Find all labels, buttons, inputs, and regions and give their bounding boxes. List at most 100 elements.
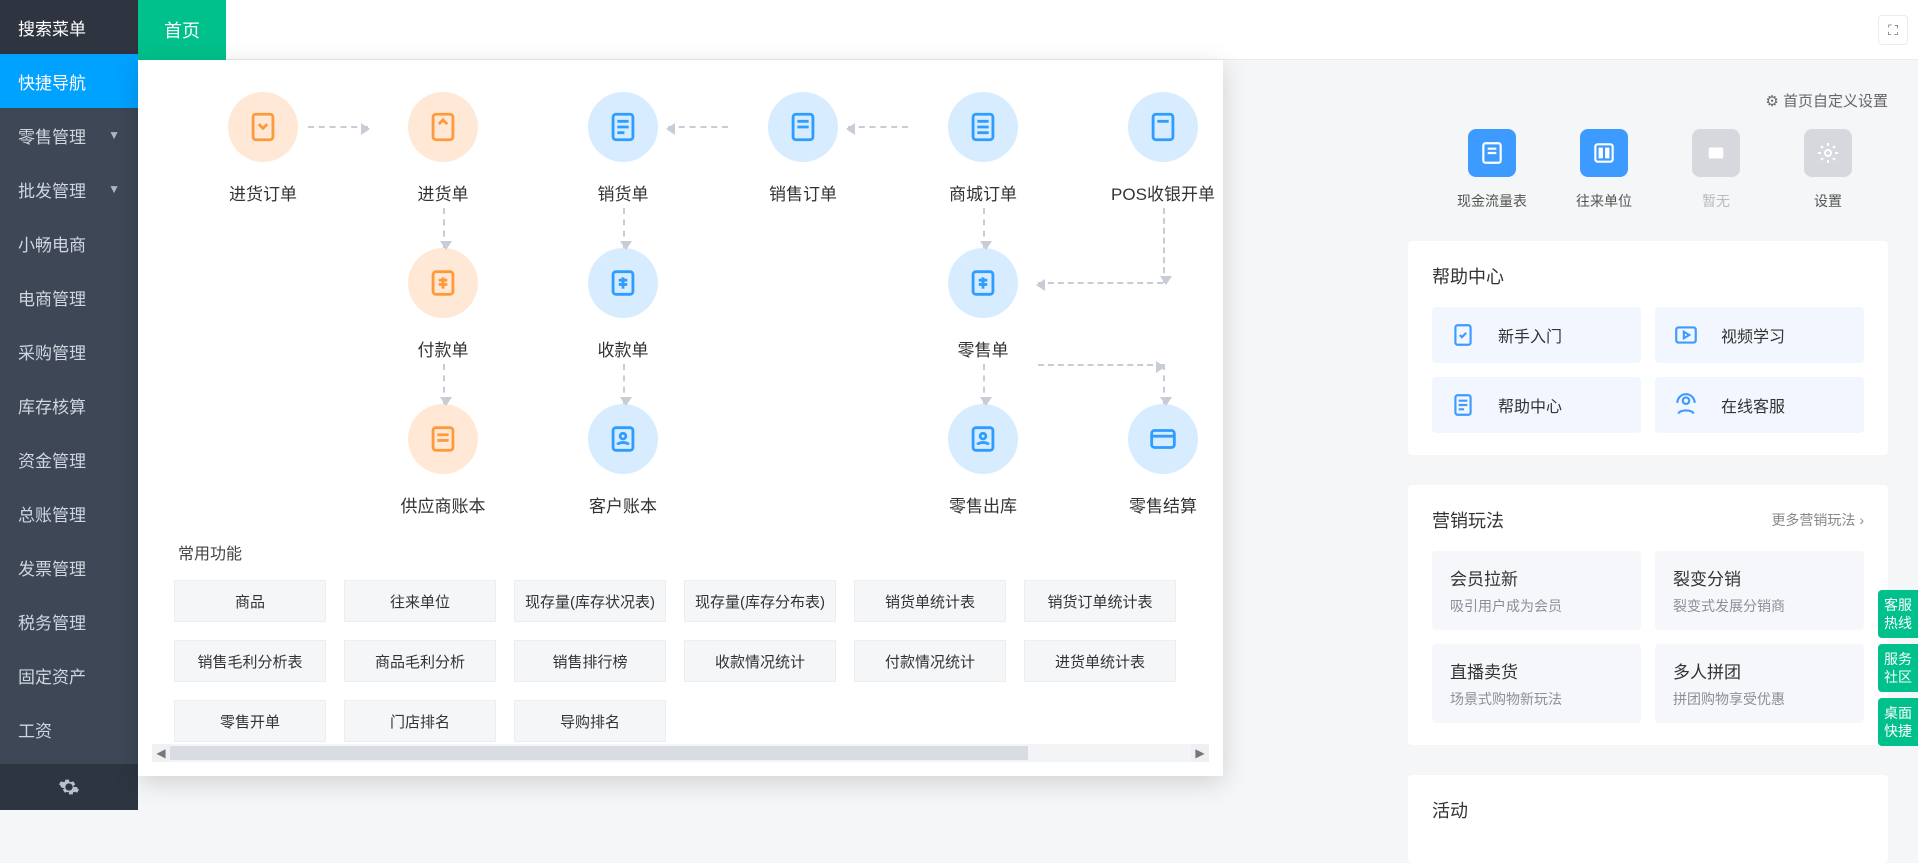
quicknav-flyout: 进货订单 进货单 销货单 销售订单 商城订单 POS收银开单 付款单 收款单 零…	[138, 60, 1223, 776]
node-retail-out[interactable]: 零售出库	[908, 404, 1058, 517]
scroll-track[interactable]	[170, 744, 1191, 762]
common-fn-title: 常用功能	[178, 540, 1193, 564]
marketing-item[interactable]: 直播卖货场景式购物新玩法	[1432, 644, 1641, 723]
common-fn-button[interactable]: 导购排名	[514, 700, 666, 742]
shortcut-item[interactable]: 设置	[1788, 129, 1868, 211]
tab-home[interactable]: 首页	[138, 0, 226, 60]
sidebar-item[interactable]: 工资	[0, 702, 138, 756]
common-fn-button[interactable]: 付款情况统计	[854, 640, 1006, 682]
sidebar-item[interactable]: 快捷导航	[0, 54, 138, 108]
common-fn-button[interactable]: 商品毛利分析	[344, 640, 496, 682]
sidebar-item[interactable]: 批发管理▼	[0, 162, 138, 216]
common-fn-button[interactable]: 销售排行榜	[514, 640, 666, 682]
sidebar-item[interactable]: 采购管理	[0, 324, 138, 378]
scroll-right[interactable]: ▶	[1191, 744, 1209, 762]
sidebar-item[interactable]: 电商管理	[0, 270, 138, 324]
shortcut-item[interactable]: 现金流量表	[1452, 129, 1532, 211]
sidebar: 搜索菜单 快捷导航零售管理▼批发管理▼小畅电商电商管理采购管理库存核算资金管理总…	[0, 0, 138, 810]
help-item[interactable]: 帮助中心	[1432, 377, 1641, 433]
common-fn-button[interactable]: 现存量(库存分布表)	[684, 580, 836, 622]
node-pos-open[interactable]: POS收银开单	[1088, 92, 1238, 205]
node-customer-ledger[interactable]: 客户账本	[548, 404, 698, 517]
help-icon	[1448, 390, 1478, 420]
node-sales-bill[interactable]: 销货单	[548, 92, 698, 205]
common-fn-button[interactable]: 收款情况统计	[684, 640, 836, 682]
node-sales-order[interactable]: 销售订单	[728, 92, 878, 205]
help-title: 帮助中心	[1432, 263, 1504, 289]
marketing-panel: 营销玩法 更多营销玩法 › 会员拉新吸引用户成为会员裂变分销裂变式发展分销商直播…	[1408, 485, 1888, 745]
common-fn-button[interactable]: 零售开单	[174, 700, 326, 742]
node-receipt[interactable]: 收款单	[548, 248, 698, 361]
shortcut-item[interactable]: 暂无	[1676, 129, 1756, 211]
help-item[interactable]: 视频学习	[1655, 307, 1864, 363]
activity-title: 活动	[1432, 797, 1468, 823]
activity-panel: 活动	[1408, 775, 1888, 863]
flow-arrow	[623, 208, 625, 248]
node-supplier-ledger[interactable]: 供应商账本	[368, 404, 518, 517]
flow-arrow	[308, 126, 368, 128]
sidebar-search[interactable]: 搜索菜单	[0, 0, 138, 54]
help-icon	[1671, 320, 1701, 350]
sidebar-item[interactable]: 发票管理	[0, 540, 138, 594]
sidebar-item[interactable]: 总账管理	[0, 486, 138, 540]
help-item[interactable]: 在线客服	[1655, 377, 1864, 433]
sidebar-item[interactable]: 小畅电商	[0, 216, 138, 270]
flow-arrow	[443, 208, 445, 248]
help-item[interactable]: 新手入门	[1432, 307, 1641, 363]
side-badge[interactable]: 桌面快捷	[1878, 698, 1918, 746]
flow-arrow	[1038, 364, 1163, 366]
scroll-left[interactable]: ◀	[152, 744, 170, 762]
common-fn-button[interactable]: 销货订单统计表	[1024, 580, 1176, 622]
node-payment[interactable]: 付款单	[368, 248, 518, 361]
gear-icon	[58, 776, 80, 798]
topbar: 首页 ⛶	[138, 0, 1918, 60]
sidebar-item[interactable]: 固定资产	[0, 648, 138, 702]
flow-arrow	[668, 126, 728, 128]
sidebar-settings[interactable]	[0, 764, 138, 810]
shortcut-icon	[1468, 129, 1516, 177]
marketing-item[interactable]: 裂变分销裂变式发展分销商	[1655, 551, 1864, 630]
flow-arrow	[1163, 364, 1165, 404]
side-badge[interactable]: 客服热线	[1878, 590, 1918, 638]
common-fn-button[interactable]: 往来单位	[344, 580, 496, 622]
common-fn-button[interactable]: 进货单统计表	[1024, 640, 1176, 682]
marketing-more-link[interactable]: 更多营销玩法 ›	[1771, 510, 1864, 530]
shortcut-icon	[1580, 129, 1628, 177]
shortcut-item[interactable]: 往来单位	[1564, 129, 1644, 211]
chevron-down-icon: ▼	[108, 128, 120, 142]
sidebar-item[interactable]: 零售管理▼	[0, 108, 138, 162]
help-panel: 帮助中心 新手入门视频学习帮助中心在线客服	[1408, 241, 1888, 455]
horizontal-scrollbar[interactable]: ◀ ▶	[152, 744, 1209, 762]
node-retail-settle[interactable]: 零售结算	[1088, 404, 1238, 517]
node-purchase-order[interactable]: 进货订单	[188, 92, 338, 205]
flow-arrow	[983, 364, 985, 404]
common-fn-button[interactable]: 销售毛利分析表	[174, 640, 326, 682]
shortcut-icon	[1692, 129, 1740, 177]
common-fn-button[interactable]: 商品	[174, 580, 326, 622]
flow-diagram: 进货订单 进货单 销货单 销售订单 商城订单 POS收银开单 付款单 收款单 零…	[168, 92, 1193, 532]
marketing-item[interactable]: 会员拉新吸引用户成为会员	[1432, 551, 1641, 630]
common-fn-button[interactable]: 门店排名	[344, 700, 496, 742]
fullscreen-button[interactable]: ⛶	[1878, 15, 1908, 45]
common-fn-button[interactable]: 现存量(库存状况表)	[514, 580, 666, 622]
dashboard-custom-link[interactable]: ⚙ 首页自定义设置	[1408, 60, 1888, 129]
sidebar-item[interactable]: 资金管理	[0, 432, 138, 486]
right-column: ⚙ 首页自定义设置 现金流量表往来单位暂无设置 帮助中心 新手入门视频学习帮助中…	[1408, 60, 1888, 863]
flow-arrow	[983, 208, 985, 248]
marketing-item[interactable]: 多人拼团拼团购物享受优惠	[1655, 644, 1864, 723]
sidebar-item[interactable]: 税务管理	[0, 594, 138, 648]
flow-arrow	[1038, 282, 1163, 284]
common-fn-button[interactable]: 销货单统计表	[854, 580, 1006, 622]
marketing-title: 营销玩法	[1432, 507, 1504, 533]
help-icon	[1671, 390, 1701, 420]
flow-arrow	[443, 364, 445, 404]
node-mall-order[interactable]: 商城订单	[908, 92, 1058, 205]
flow-arrow	[623, 364, 625, 404]
node-purchase-receipt[interactable]: 进货单	[368, 92, 518, 205]
shortcut-icon	[1804, 129, 1852, 177]
scroll-thumb[interactable]	[170, 746, 1028, 760]
sidebar-item[interactable]: 库存核算	[0, 378, 138, 432]
side-badge[interactable]: 服务社区	[1878, 644, 1918, 692]
node-retail-bill[interactable]: 零售单	[908, 248, 1058, 361]
help-icon	[1448, 320, 1478, 350]
